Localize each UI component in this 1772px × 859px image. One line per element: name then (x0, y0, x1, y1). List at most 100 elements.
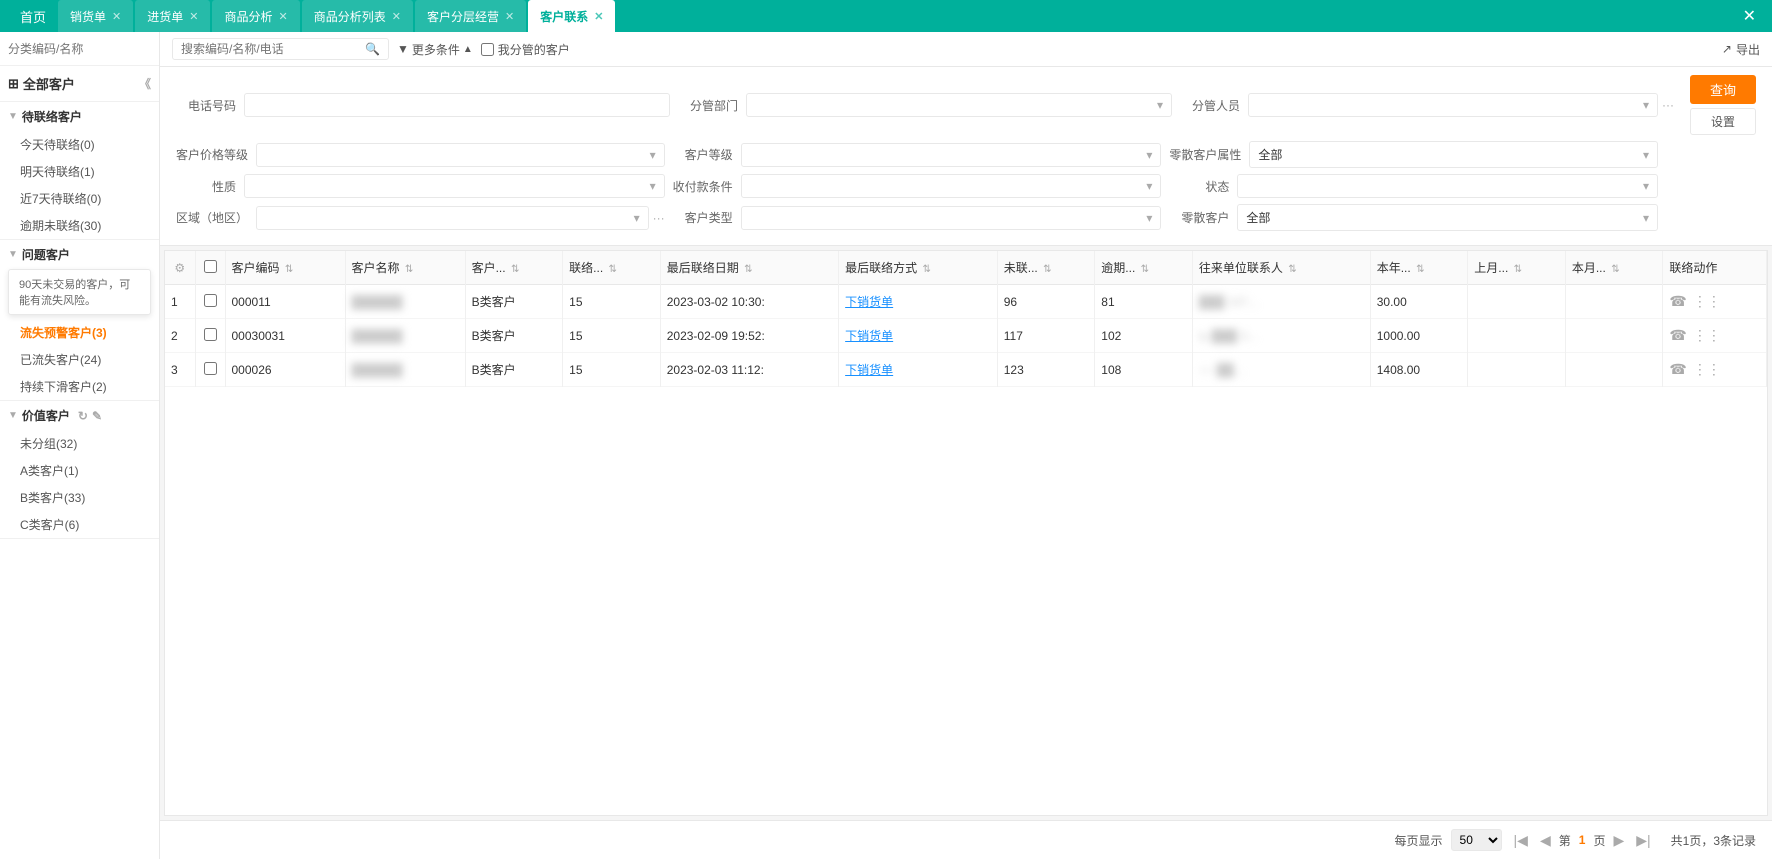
tab-customer-segmentation[interactable]: 客户分层经营 ✕ (415, 0, 526, 32)
search-submit-icon[interactable]: 🔍 (365, 42, 380, 56)
phone-field: 电话号码 (176, 93, 670, 117)
row-2-contact-person: ty ███ 3... (1192, 319, 1370, 353)
row-1-more-icon[interactable]: ⋮⋮ (1693, 293, 1721, 310)
sort-icon-type[interactable]: ⇅ (511, 264, 519, 275)
customer-type-select[interactable]: ▾ (741, 206, 1162, 230)
sidebar-group-problem-header[interactable]: ▼ 问题客户 (0, 240, 159, 269)
tab-customer-contact[interactable]: 客户联系 ✕ (528, 0, 615, 32)
row-1-phone-icon[interactable]: ☎ (1669, 293, 1686, 310)
my-customers-checkbox[interactable]: 我分管的客户 (481, 41, 570, 58)
prev-page-button[interactable]: ◀ (1536, 832, 1555, 849)
row-3-last-method[interactable]: 下销货单 (839, 353, 998, 387)
top-navigation: 首页 销货单 ✕ 进货单 ✕ 商品分析 ✕ 商品分析列表 ✕ 客户分层经营 ✕ … (0, 0, 1772, 32)
payment-terms-arrow: ▾ (1146, 179, 1152, 193)
tab-purchase-order[interactable]: 进货单 ✕ (135, 0, 210, 32)
row-1-checkbox[interactable] (195, 285, 225, 319)
tab-product-analysis-close[interactable]: ✕ (279, 10, 288, 23)
select-all-checkbox[interactable] (204, 260, 217, 273)
price-level-select[interactable]: ▾ (256, 143, 665, 167)
region-select[interactable]: ▾ (256, 206, 649, 230)
sidebar-all-customers[interactable]: ⊞ 全部客户 《 (0, 66, 159, 102)
edit-icon[interactable]: ✎ (92, 409, 102, 423)
tab-product-analysis-list[interactable]: 商品分析列表 ✕ (302, 0, 413, 32)
nature-select[interactable]: ▾ (244, 174, 665, 198)
sidebar-group-value-header[interactable]: ▼ 价值客户 ↻ ✎ (0, 401, 159, 430)
sort-icon-last-month[interactable]: ⇅ (1514, 264, 1522, 275)
per-page-select[interactable]: 50 100 200 (1451, 829, 1502, 851)
sort-icon-last-date[interactable]: ⇅ (744, 264, 752, 275)
sidebar-item-class-a[interactable]: A类客户(1) (0, 457, 159, 484)
col-header-last-date: 最后联络日期 ⇅ (660, 251, 838, 285)
row-1-last-method[interactable]: 下销货单 (839, 285, 998, 319)
sidebar-item-declining[interactable]: 持续下滑客户(2) (0, 373, 159, 400)
region-label: 区域（地区） (176, 209, 248, 226)
app-close-button[interactable]: ✕ (1735, 6, 1764, 26)
more-conditions-button[interactable]: ▼ 更多条件 ▲ (397, 41, 473, 58)
row-2-checkbox[interactable] (195, 319, 225, 353)
region-more-dots[interactable]: ··· (653, 211, 665, 225)
last-page-button[interactable]: ▶| (1632, 832, 1654, 849)
customer-table: ⚙ 客户编码 ⇅ 客户名称 ⇅ 客户... (165, 251, 1767, 387)
sidebar-item-overdue-pending[interactable]: 逾期未联络(30) (0, 212, 159, 239)
export-button[interactable]: ↗ 导出 (1722, 41, 1760, 58)
row-1-this-year: 30.00 (1370, 285, 1468, 319)
tab-product-analysis-list-close[interactable]: ✕ (392, 10, 401, 23)
next-page-button[interactable]: ▶ (1609, 832, 1628, 849)
tab-customer-segmentation-close[interactable]: ✕ (505, 10, 514, 23)
tab-sales-order-close[interactable]: ✕ (112, 10, 121, 23)
sort-icon-contact[interactable]: ⇅ (609, 264, 617, 275)
tab-product-analysis[interactable]: 商品分析 ✕ (212, 0, 299, 32)
retail-customer-select[interactable]: 全部 ▾ (1237, 204, 1658, 231)
row-2-type: B类客户 (465, 319, 563, 353)
page-navigation: |◀ ◀ 第 1 页 ▶ ▶| (1510, 832, 1655, 849)
sidebar-group-pending-header[interactable]: ▼ 待联络客户 (0, 102, 159, 131)
sidebar-item-class-c[interactable]: C类客户(6) (0, 511, 159, 538)
search-input[interactable] (181, 42, 361, 56)
tab-customer-contact-close[interactable]: ✕ (594, 10, 603, 23)
tab-sales-order[interactable]: 销货单 ✕ (58, 0, 133, 32)
sort-icon-overdue[interactable]: ⇅ (1141, 264, 1149, 275)
dept-field: 分管部门 ▾ (678, 93, 1172, 117)
sort-icon-name[interactable]: ⇅ (405, 264, 413, 275)
sidebar-item-tomorrow-pending[interactable]: 明天待联络(1) (0, 158, 159, 185)
phone-input[interactable] (244, 93, 670, 117)
table-select-all-col[interactable] (195, 251, 225, 285)
sidebar-collapse-button[interactable]: 《 (139, 75, 151, 92)
retail-attr-select[interactable]: 全部 ▾ (1249, 141, 1658, 168)
sidebar-item-today-pending[interactable]: 今天待联络(0) (0, 131, 159, 158)
manager-more-dots[interactable]: ··· (1662, 98, 1674, 112)
row-2-phone-icon[interactable]: ☎ (1669, 327, 1686, 344)
row-3-more-icon[interactable]: ⋮⋮ (1693, 361, 1721, 378)
sort-icon-last-method[interactable]: ⇅ (923, 264, 931, 275)
payment-terms-select[interactable]: ▾ (741, 174, 1162, 198)
my-customers-check[interactable] (481, 43, 494, 56)
customer-level-select[interactable]: ▾ (741, 143, 1162, 167)
row-3-phone-icon[interactable]: ☎ (1669, 361, 1686, 378)
sidebar-item-churned[interactable]: 已流失客户(24) (0, 346, 159, 373)
refresh-icon[interactable]: ↻ (78, 409, 88, 423)
row-3-checkbox[interactable] (195, 353, 225, 387)
table-settings-col[interactable]: ⚙ (165, 251, 195, 285)
sidebar-item-churn-warning[interactable]: 流失预警客户(3) (0, 319, 159, 346)
first-page-button[interactable]: |◀ (1510, 832, 1532, 849)
sort-icon-this-month[interactable]: ⇅ (1611, 264, 1619, 275)
row-3-last-date: 2023-02-03 11:12: (660, 353, 838, 387)
sort-icon-this-year[interactable]: ⇅ (1416, 264, 1424, 275)
query-button[interactable]: 查询 (1690, 75, 1756, 104)
tab-purchase-order-close[interactable]: ✕ (189, 10, 198, 23)
sidebar-search-input[interactable] (8, 42, 160, 56)
row-1-last-date: 2023-03-02 10:30: (660, 285, 838, 319)
sidebar-item-class-b[interactable]: B类客户(33) (0, 484, 159, 511)
sort-icon-no-contact[interactable]: ⇅ (1043, 264, 1051, 275)
sort-icon-code[interactable]: ⇅ (285, 264, 293, 275)
row-2-more-icon[interactable]: ⋮⋮ (1693, 327, 1721, 344)
sort-icon-contact-person[interactable]: ⇅ (1288, 264, 1296, 275)
sidebar-item-ungrouped[interactable]: 未分组(32) (0, 430, 159, 457)
sidebar-item-7days-pending[interactable]: 近7天待联络(0) (0, 185, 159, 212)
settings-button[interactable]: 设置 (1690, 108, 1756, 135)
row-2-last-method[interactable]: 下销货单 (839, 319, 998, 353)
manager-select[interactable]: ▾ (1248, 93, 1658, 117)
home-tab[interactable]: 首页 (8, 7, 58, 26)
status-select[interactable]: ▾ (1237, 174, 1658, 198)
dept-select[interactable]: ▾ (746, 93, 1172, 117)
